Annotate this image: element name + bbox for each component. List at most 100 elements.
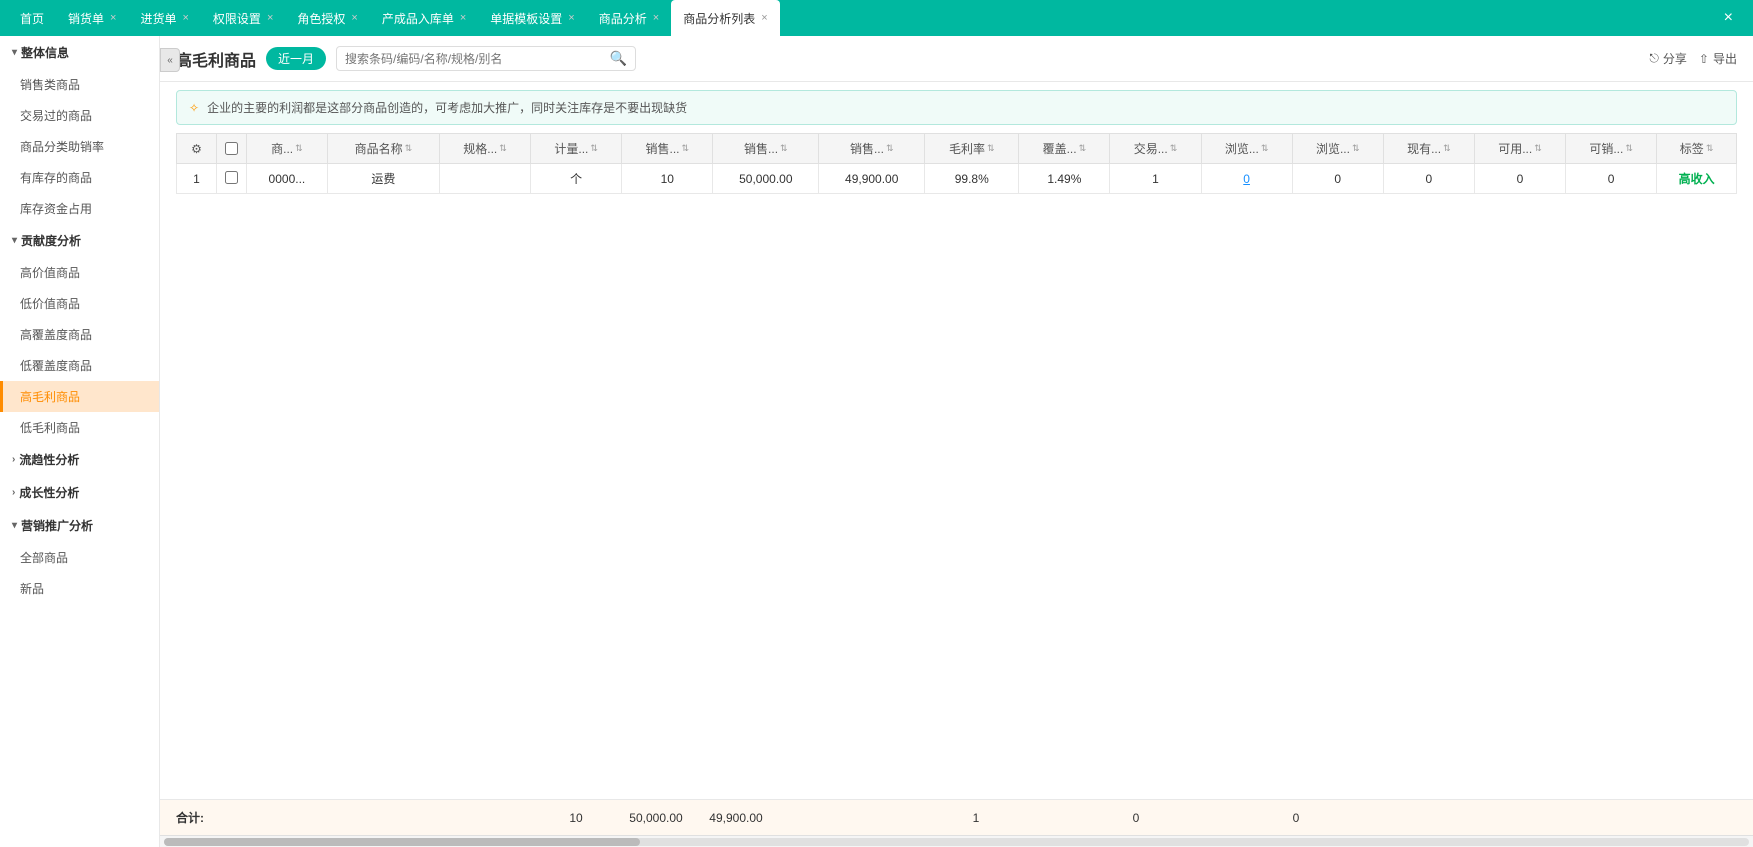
footer-cell-empty1: [216, 811, 296, 825]
nav-home[interactable]: 首页: [8, 0, 56, 36]
footer-empty-current: [1176, 811, 1256, 825]
cell-checkbox[interactable]: [217, 164, 247, 194]
search-input[interactable]: [345, 52, 610, 66]
sidebar-item-in-stock[interactable]: 有库存的商品: [0, 162, 159, 193]
sort-icon: ⇅: [987, 143, 995, 154]
sidebar-group-marketing[interactable]: ▾ 营销推广分析: [0, 509, 159, 542]
col-transaction[interactable]: 交易...⇅: [1110, 134, 1201, 164]
col-coverage[interactable]: 覆盖...⇅: [1019, 134, 1110, 164]
filter-period-button[interactable]: 近一月: [266, 47, 326, 70]
scrollbar-thumb[interactable]: [164, 838, 640, 846]
nav-product-analysis-list[interactable]: 商品分析列表 ×: [671, 0, 779, 36]
sort-icon: ⇅: [1443, 143, 1451, 154]
export-button[interactable]: ⇧ 导出: [1699, 50, 1737, 67]
cell-code: 0000...: [247, 164, 328, 194]
close-purchase-order[interactable]: ×: [182, 12, 188, 24]
footer-empty-view1: [1016, 811, 1096, 825]
col-available-stock[interactable]: 可用...⇅: [1474, 134, 1565, 164]
sidebar-item-category-rate[interactable]: 商品分类助销率: [0, 131, 159, 162]
footer-cell-empty4: [456, 811, 536, 825]
window-close-button[interactable]: ×: [1712, 9, 1745, 27]
cell-unit: 个: [531, 164, 622, 194]
col-spec[interactable]: 规格...⇅: [439, 134, 530, 164]
col-gross-margin[interactable]: 毛利率⇅: [925, 134, 1019, 164]
sidebar-group-contribution[interactable]: ▾ 贡献度分析: [0, 224, 159, 257]
sidebar-item-low-coverage[interactable]: 低覆盖度商品: [0, 350, 159, 381]
close-permission-settings[interactable]: ×: [267, 12, 273, 24]
close-product-analysis[interactable]: ×: [653, 12, 659, 24]
sort-icon: ⇅: [1261, 143, 1269, 154]
sidebar-collapse-button[interactable]: «: [160, 48, 180, 72]
sidebar-group-overall[interactable]: ▾ 整体信息: [0, 36, 159, 69]
col-settings[interactable]: ⚙: [177, 134, 217, 164]
sidebar-item-low-margin[interactable]: 低毛利商品: [0, 412, 159, 443]
col-tag[interactable]: 标签⇅: [1657, 134, 1737, 164]
tag-label: 高收入: [1679, 172, 1715, 186]
horizontal-scrollbar[interactable]: [160, 835, 1753, 847]
footer-label: 合计:: [176, 809, 216, 826]
sort-icon: ⇅: [1170, 143, 1178, 154]
nav-permission-settings[interactable]: 权限设置 ×: [201, 0, 285, 36]
close-sales-order[interactable]: ×: [110, 12, 116, 24]
col-name[interactable]: 商品名称⇅: [327, 134, 439, 164]
close-product-analysis-list[interactable]: ×: [761, 12, 767, 24]
close-template-settings[interactable]: ×: [568, 12, 574, 24]
footer-cells: 10 50,000.00 49,900.00 1 0 0: [216, 811, 1737, 825]
sidebar-item-low-value[interactable]: 低价值商品: [0, 288, 159, 319]
col-checkbox[interactable]: [217, 134, 247, 164]
select-all-checkbox[interactable]: [225, 142, 238, 155]
footer-cell-empty3: [376, 811, 456, 825]
sidebar-item-traded-products[interactable]: 交易过的商品: [0, 100, 159, 131]
sidebar-item-sales-products[interactable]: 销售类商品: [0, 69, 159, 100]
scrollbar-track[interactable]: [164, 838, 1749, 846]
content-header: 高毛利商品 近一月 🔍 ⎋ 分享 ⇧ 导出: [160, 36, 1753, 82]
view1-link[interactable]: 0: [1243, 172, 1250, 186]
sidebar-group-growth[interactable]: › 成长性分析: [0, 476, 159, 509]
sidebar-group-trend[interactable]: › 流趋性分析: [0, 443, 159, 476]
sidebar-item-high-coverage[interactable]: 高覆盖度商品: [0, 319, 159, 350]
sidebar-item-all-products[interactable]: 全部商品: [0, 542, 159, 573]
sort-icon: ⇅: [1352, 143, 1360, 154]
cell-view1[interactable]: 0: [1201, 164, 1292, 194]
col-sales-profit[interactable]: 销售...⇅: [819, 134, 925, 164]
close-product-inbound[interactable]: ×: [460, 12, 466, 24]
sidebar-item-high-value[interactable]: 高价值商品: [0, 257, 159, 288]
sidebar-item-new-products[interactable]: 新品: [0, 573, 159, 604]
cell-transaction: 1: [1110, 164, 1201, 194]
col-unit[interactable]: 计量...⇅: [531, 134, 622, 164]
sidebar-item-high-margin[interactable]: 高毛利商品: [0, 381, 159, 412]
footer-transaction: 1: [936, 811, 1016, 825]
col-view1[interactable]: 浏览...⇅: [1201, 134, 1292, 164]
footer-view2: 0: [1096, 811, 1176, 825]
arrow-icon: ▾: [12, 520, 17, 531]
col-current-stock[interactable]: 现有...⇅: [1383, 134, 1474, 164]
sort-icon: ⇅: [780, 143, 788, 154]
nav-product-inbound[interactable]: 产成品入库单 ×: [370, 0, 478, 36]
col-code[interactable]: 商...⇅: [247, 134, 328, 164]
nav-product-analysis[interactable]: 商品分析 ×: [587, 0, 671, 36]
tip-bar: ✧ 企业的主要的利润都是这部分商品创造的，可考虑加大推广，同时关注库存是不要出现…: [176, 90, 1737, 125]
cell-tag: 高收入: [1657, 164, 1737, 194]
footer-empty-margin: [776, 811, 856, 825]
row-checkbox[interactable]: [225, 171, 238, 184]
nav-sales-order[interactable]: 销货单 ×: [56, 0, 128, 36]
cell-available-stock: 0: [1474, 164, 1565, 194]
nav-template-settings[interactable]: 单据模板设置 ×: [478, 0, 586, 36]
col-sellable-stock[interactable]: 可销...⇅: [1566, 134, 1657, 164]
sidebar-item-stock-capital[interactable]: 库存资金占用: [0, 193, 159, 224]
nav-purchase-order[interactable]: 进货单 ×: [128, 0, 200, 36]
search-icon[interactable]: 🔍: [610, 50, 627, 67]
col-sales-qty[interactable]: 销售...⇅: [622, 134, 713, 164]
footer-sales-qty: 10: [536, 811, 616, 825]
tip-icon: ✧: [189, 101, 199, 115]
sort-icon: ⇅: [1706, 143, 1714, 154]
sort-icon: ⇅: [499, 143, 507, 154]
cell-spec: [439, 164, 530, 194]
sort-icon: ⇅: [590, 143, 598, 154]
share-button[interactable]: ⎋ 分享: [1649, 50, 1687, 67]
close-role-auth[interactable]: ×: [351, 12, 357, 24]
col-view2[interactable]: 浏览...⇅: [1292, 134, 1383, 164]
nav-role-auth[interactable]: 角色授权 ×: [285, 0, 369, 36]
footer-sales-profit: 49,900.00: [696, 811, 776, 825]
col-sales-amount[interactable]: 销售...⇅: [713, 134, 819, 164]
